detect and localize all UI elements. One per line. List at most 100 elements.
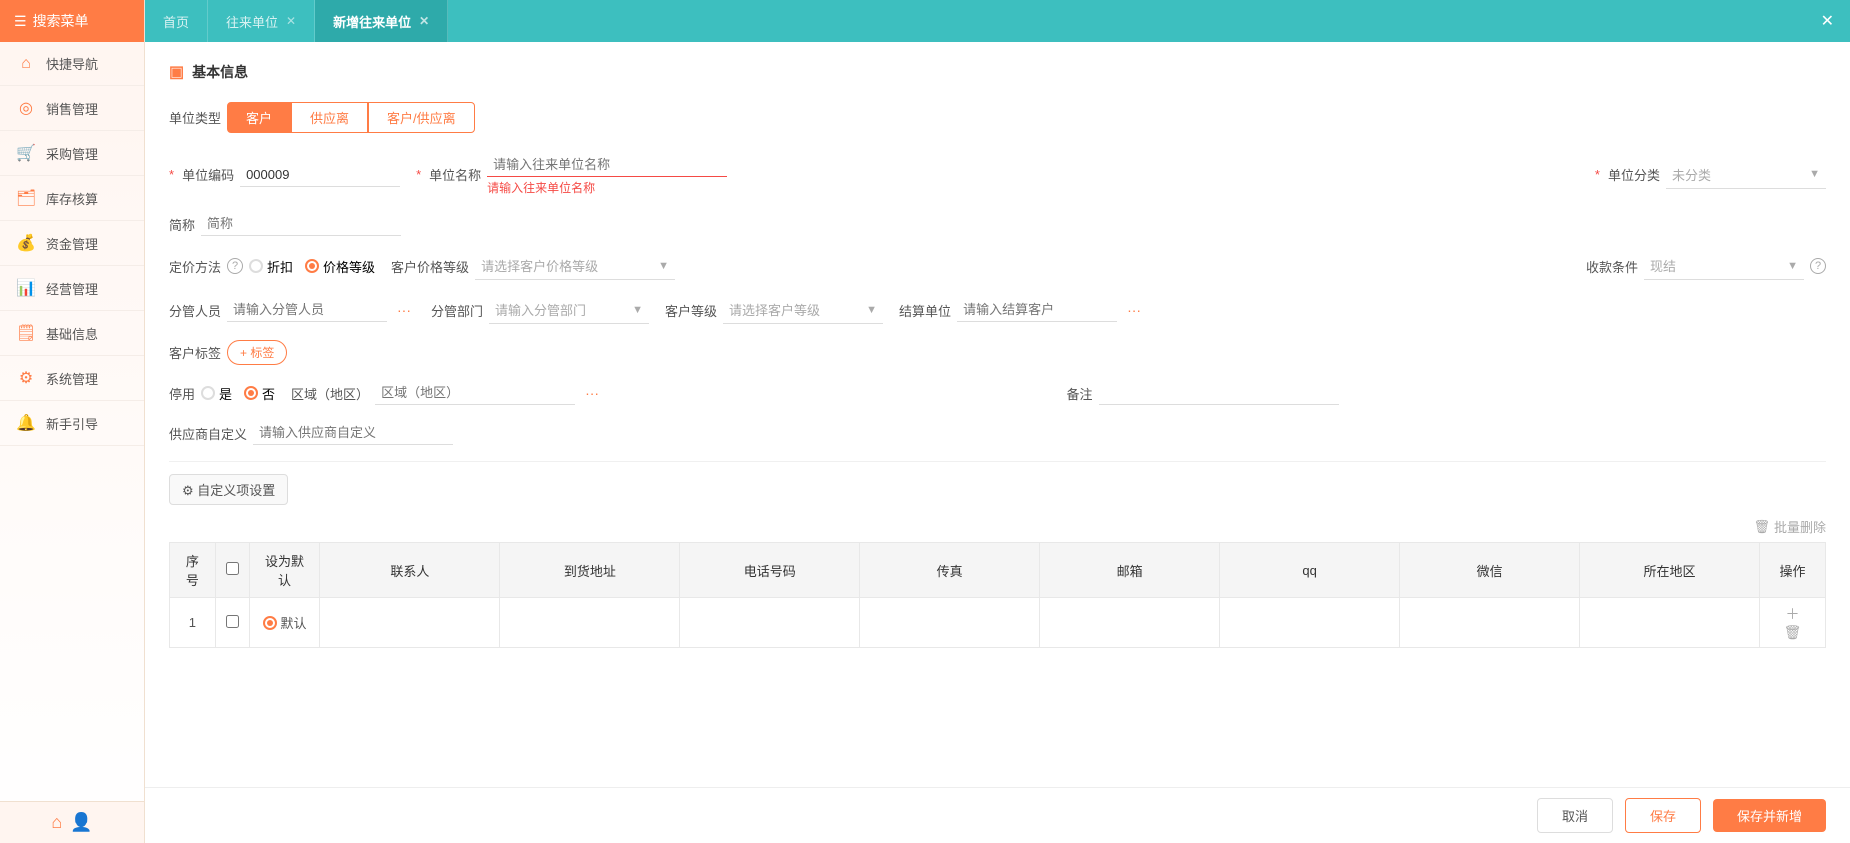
remark-input[interactable] — [1099, 381, 1339, 405]
contacts-table: 序号 设为默认 联系人 到货地址 电话号码 传真 邮箱 qq 微信 所在地区 操… — [169, 542, 1826, 648]
settlement-more-btn[interactable]: ··· — [1123, 302, 1145, 318]
row-delete-btn[interactable]: 🗑 — [1784, 624, 1802, 640]
unit-name-error-msg: 请输入往来单位名称 — [487, 179, 727, 196]
manager-field: 分管人员 ··· — [169, 298, 415, 322]
manager-label: 分管人员 — [169, 301, 221, 320]
pricing-method-field: 定价方法 ? 折扣 价格等级 — [169, 257, 375, 276]
tab-contacts[interactable]: 往来单位 ✕ — [208, 0, 315, 42]
cell-fax[interactable] — [860, 598, 1040, 648]
th-address: 到货地址 — [500, 543, 680, 598]
close-all-tabs[interactable]: ✕ — [1805, 11, 1850, 31]
cell-seq: 1 — [170, 598, 216, 648]
qq-input[interactable] — [1230, 615, 1389, 630]
sidebar-search[interactable]: ☰ 搜索菜单 — [0, 0, 144, 42]
cell-wechat[interactable] — [1400, 598, 1580, 648]
tab-new-contact-close[interactable]: ✕ — [419, 14, 429, 28]
pricing-level-option[interactable]: 价格等级 — [305, 257, 375, 276]
unit-name-input[interactable] — [487, 153, 727, 177]
tab-new-contact[interactable]: 新增往来单位 ✕ — [315, 0, 448, 42]
cell-email[interactable] — [1040, 598, 1220, 648]
cell-address[interactable] — [500, 598, 680, 648]
unit-category-value: 未分类 — [1672, 165, 1711, 184]
region-more-btn[interactable]: ··· — [581, 385, 603, 401]
department-select[interactable]: 请输入分管部门 ▼ — [489, 296, 649, 324]
contact-input[interactable] — [330, 615, 489, 630]
unit-type-supplier[interactable]: 供应离 — [291, 102, 368, 133]
customer-price-level-label: 客户价格等级 — [391, 257, 469, 276]
pricing-help-icon[interactable]: ? — [227, 258, 243, 274]
required-star-category: * — [1595, 167, 1600, 182]
home-footer-icon[interactable]: ⌂ — [51, 812, 62, 833]
department-arrow: ▼ — [632, 304, 643, 316]
cell-qq[interactable] — [1220, 598, 1400, 648]
sidebar-item-purchase[interactable]: 🛒 采购管理 — [0, 131, 144, 176]
user-footer-icon[interactable]: 👤 — [70, 812, 92, 833]
pricing-discount-option[interactable]: 折扣 — [249, 257, 293, 276]
row-tags: 客户标签 + 标签 — [169, 340, 1826, 365]
row-checkbox[interactable] — [226, 615, 239, 628]
cell-contact[interactable] — [320, 598, 500, 648]
add-tag-button[interactable]: + 标签 — [227, 340, 287, 365]
sidebar-item-inventory[interactable]: 🗂 库存核算 — [0, 176, 144, 221]
pricing-radio-group: 折扣 价格等级 — [249, 257, 375, 276]
th-contact: 联系人 — [320, 543, 500, 598]
cell-phone[interactable] — [680, 598, 860, 648]
customer-price-level-select[interactable]: 请选择客户价格等级 ▼ — [475, 252, 675, 280]
sidebar-item-guide[interactable]: 🔔 新手引导 — [0, 401, 144, 446]
customer-level-select[interactable]: 请选择客户等级 ▼ — [723, 296, 883, 324]
required-star-code: * — [169, 167, 174, 182]
email-input[interactable] — [1050, 615, 1209, 630]
unit-type-customer[interactable]: 客户 — [227, 102, 291, 133]
unit-category-field: * 单位分类 未分类 ▼ — [1595, 161, 1826, 189]
row-code-name-category: * 单位编码 * 单位名称 请输入往来单位名称 * — [169, 153, 1826, 196]
row-add-btn[interactable]: ＋ — [1785, 606, 1799, 622]
tab-contacts-close[interactable]: ✕ — [286, 14, 296, 28]
row-short-name: 简称 — [169, 212, 1826, 236]
disabled-yes-label: 是 — [219, 384, 232, 403]
row-default-radio-item[interactable]: 默认 — [260, 613, 310, 632]
region-table-input[interactable] — [1590, 615, 1749, 630]
address-input[interactable] — [510, 615, 669, 630]
wechat-input[interactable] — [1410, 615, 1569, 630]
supplier-custom-input[interactable] — [253, 421, 453, 445]
payment-terms-select[interactable]: 现结 ▼ — [1644, 252, 1804, 280]
sidebar-item-quick-nav[interactable]: ⌂ 快捷导航 — [0, 42, 144, 86]
custom-settings-button[interactable]: ⚙ 自定义项设置 — [169, 474, 288, 505]
disabled-field: 停用 是 否 — [169, 384, 275, 403]
save-button[interactable]: 保存 — [1625, 798, 1701, 833]
unit-code-input[interactable] — [240, 163, 400, 187]
disabled-yes-option[interactable]: 是 — [201, 384, 232, 403]
sidebar-item-finance[interactable]: 💰 资金管理 — [0, 221, 144, 266]
fax-input[interactable] — [870, 615, 1029, 630]
phone-input[interactable] — [690, 615, 849, 630]
disabled-no-option[interactable]: 否 — [244, 384, 275, 403]
unit-type-both[interactable]: 客户/供应离 — [368, 102, 475, 133]
save-new-button[interactable]: 保存并新增 — [1713, 799, 1826, 832]
settlement-unit-input[interactable] — [957, 298, 1117, 322]
sidebar-item-label: 基础信息 — [46, 324, 98, 343]
sidebar-item-basic-info[interactable]: 🗒 基础信息 — [0, 311, 144, 356]
manager-more-btn[interactable]: ··· — [393, 302, 415, 318]
manager-input[interactable] — [227, 298, 387, 322]
cancel-button[interactable]: 取消 — [1537, 798, 1613, 833]
sidebar-item-sales[interactable]: ◎ 销售管理 — [0, 86, 144, 131]
batch-delete-btn[interactable]: 🗑 批量删除 — [169, 517, 1826, 536]
tags-field: 客户标签 + 标签 — [169, 340, 287, 365]
table-select-all[interactable] — [226, 562, 239, 575]
unit-category-select[interactable]: 未分类 ▼ — [1666, 161, 1826, 189]
th-region: 所在地区 — [1580, 543, 1760, 598]
short-name-label: 简称 — [169, 215, 195, 234]
short-name-input[interactable] — [201, 212, 401, 236]
remark-label: 备注 — [1067, 384, 1093, 403]
sidebar: ☰ 搜索菜单 ⌂ 快捷导航 ◎ 销售管理 🛒 采购管理 🗂 库存核算 💰 资金管… — [0, 0, 145, 843]
required-star-name: * — [416, 167, 421, 182]
tab-bar: 首页 往来单位 ✕ 新增往来单位 ✕ ✕ — [145, 0, 1850, 42]
sidebar-item-system[interactable]: ⚙ 系统管理 — [0, 356, 144, 401]
unit-name-field: * 单位名称 请输入往来单位名称 — [416, 153, 1579, 196]
cell-region[interactable] — [1580, 598, 1760, 648]
payment-terms-help-icon[interactable]: ? — [1810, 258, 1826, 274]
sidebar-item-operations[interactable]: 📊 经营管理 — [0, 266, 144, 311]
row-default-radio — [263, 616, 277, 630]
region-input[interactable] — [375, 381, 575, 405]
tab-home[interactable]: 首页 — [145, 0, 208, 42]
